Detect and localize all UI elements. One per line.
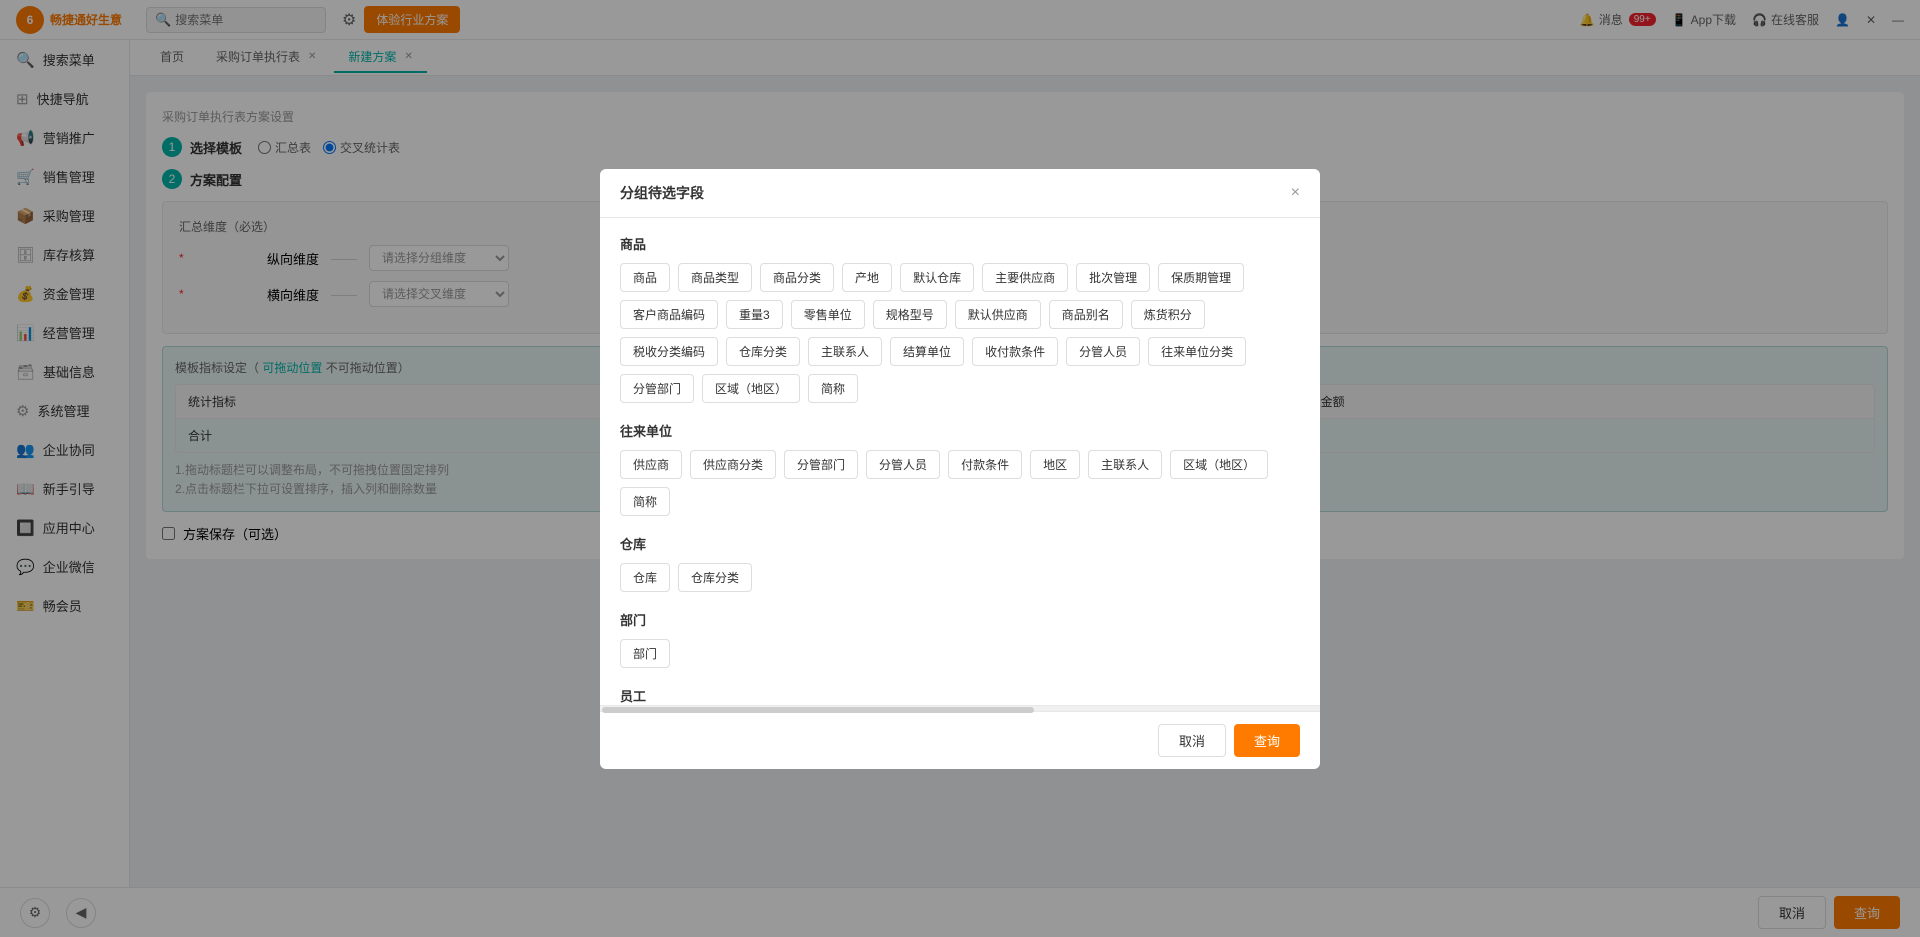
field-tag[interactable]: 规格型号	[873, 300, 947, 329]
modal-header: 分组待选字段 ×	[600, 169, 1320, 218]
field-tag[interactable]: 批次管理	[1076, 263, 1150, 292]
field-tag[interactable]: 结算单位	[890, 337, 964, 366]
field-group-employee: 员工 业务员	[620, 686, 1300, 705]
field-tag[interactable]: 部门	[620, 639, 670, 668]
field-tag[interactable]: 重量3	[726, 300, 783, 329]
field-group-title: 商品	[620, 234, 1300, 253]
modal-overlay: 分组待选字段 × 商品 商品 商品类型 商品分类 产地 默认仓库 主要供应商 批…	[0, 0, 1920, 937]
modal: 分组待选字段 × 商品 商品 商品类型 商品分类 产地 默认仓库 主要供应商 批…	[600, 169, 1320, 769]
field-list-dept: 部门	[620, 639, 1300, 668]
field-tag[interactable]: 分管部门	[620, 374, 694, 403]
field-group-title: 仓库	[620, 534, 1300, 553]
field-tag[interactable]: 付款条件	[948, 450, 1022, 479]
field-tag[interactable]: 主联系人	[1088, 450, 1162, 479]
field-tag[interactable]: 商品别名	[1049, 300, 1123, 329]
field-tag[interactable]: 区域（地区）	[1170, 450, 1268, 479]
field-tag[interactable]: 商品	[620, 263, 670, 292]
field-tag[interactable]: 地区	[1030, 450, 1080, 479]
field-group-dept: 部门 部门	[620, 610, 1300, 668]
scroll-thumb	[602, 707, 1034, 713]
field-tag[interactable]: 仓库	[620, 563, 670, 592]
field-tag[interactable]: 仓库分类	[678, 563, 752, 592]
horizontal-scrollbar[interactable]	[600, 705, 1320, 711]
field-tag[interactable]: 主联系人	[808, 337, 882, 366]
confirm-button[interactable]: 查询	[1234, 724, 1300, 757]
field-tag[interactable]: 商品分类	[760, 263, 834, 292]
field-tag[interactable]: 简称	[808, 374, 858, 403]
field-tag[interactable]: 客户商品编码	[620, 300, 718, 329]
field-group-warehouse: 仓库 仓库 仓库分类	[620, 534, 1300, 592]
field-list-partner: 供应商 供应商分类 分管部门 分管人员 付款条件 地区 主联系人 区域（地区） …	[620, 450, 1300, 516]
field-group-product: 商品 商品 商品类型 商品分类 产地 默认仓库 主要供应商 批次管理 保质期管理…	[620, 234, 1300, 403]
field-tag[interactable]: 商品类型	[678, 263, 752, 292]
field-tag[interactable]: 保质期管理	[1158, 263, 1244, 292]
field-tag[interactable]: 产地	[842, 263, 892, 292]
field-group-title: 往来单位	[620, 421, 1300, 440]
cancel-button[interactable]: 取消	[1158, 724, 1226, 757]
field-tag[interactable]: 仓库分类	[726, 337, 800, 366]
field-group-title: 部门	[620, 610, 1300, 629]
field-tag[interactable]: 简称	[620, 487, 670, 516]
field-group-title: 员工	[620, 686, 1300, 705]
modal-close-button[interactable]: ×	[1291, 184, 1300, 202]
field-tag[interactable]: 供应商分类	[690, 450, 776, 479]
field-tag[interactable]: 收付款条件	[972, 337, 1058, 366]
field-tag[interactable]: 区域（地区）	[702, 374, 800, 403]
modal-title: 分组待选字段	[620, 183, 704, 203]
field-tag[interactable]: 零售单位	[791, 300, 865, 329]
field-tag[interactable]: 默认仓库	[900, 263, 974, 292]
field-tag[interactable]: 炼货积分	[1131, 300, 1205, 329]
field-list-product: 商品 商品类型 商品分类 产地 默认仓库 主要供应商 批次管理 保质期管理 客户…	[620, 263, 1300, 403]
field-tag[interactable]: 默认供应商	[955, 300, 1041, 329]
field-tag[interactable]: 往来单位分类	[1148, 337, 1246, 366]
modal-body: 商品 商品 商品类型 商品分类 产地 默认仓库 主要供应商 批次管理 保质期管理…	[600, 218, 1320, 705]
field-tag[interactable]: 税收分类编码	[620, 337, 718, 366]
field-tag[interactable]: 主要供应商	[982, 263, 1068, 292]
field-tag[interactable]: 分管部门	[784, 450, 858, 479]
field-tag[interactable]: 分管人员	[866, 450, 940, 479]
field-list-warehouse: 仓库 仓库分类	[620, 563, 1300, 592]
field-group-partner: 往来单位 供应商 供应商分类 分管部门 分管人员 付款条件 地区 主联系人 区域…	[620, 421, 1300, 516]
modal-footer: 取消 查询	[600, 711, 1320, 769]
field-tag[interactable]: 分管人员	[1066, 337, 1140, 366]
field-tag[interactable]: 供应商	[620, 450, 682, 479]
